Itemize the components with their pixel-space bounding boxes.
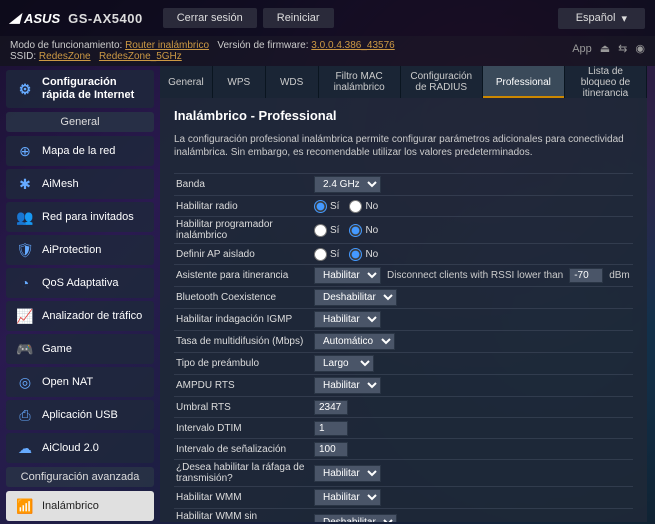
ssid-label: SSID: <box>10 51 36 62</box>
label-preamble: Tipo de preámbulo <box>174 358 314 369</box>
sidebar-item-quick-setup[interactable]: ⚙ Configuración rápida de Internet <box>6 70 154 108</box>
sidebar-item-traffic[interactable]: 📈Analizador de tráfico <box>6 301 154 331</box>
label-isolated: Definir AP aislado <box>174 249 314 260</box>
isolated-yes[interactable] <box>314 248 327 261</box>
sidebar-item-wireless[interactable]: 📶Inalámbrico <box>6 491 154 521</box>
wizard-icon: ⚙ <box>14 80 36 98</box>
select-band[interactable]: 2.4 GHz <box>314 176 381 193</box>
game-icon: 🎮 <box>14 340 36 358</box>
label-wmm: Habilitar WMM <box>174 492 314 503</box>
cloud-icon: ☁ <box>14 439 36 457</box>
select-preamble[interactable]: Largo <box>314 355 374 372</box>
wifi-icon: 📶 <box>14 497 36 515</box>
label-wmm-noack: Habilitar WMM sin confirmación <box>174 511 314 522</box>
select-bt[interactable]: Deshabilitar <box>314 289 397 306</box>
scheduler-no[interactable] <box>349 224 362 237</box>
fw-label: Versión de firmware: <box>217 40 308 51</box>
mode-label: Modo de funcionamiento: <box>10 40 122 51</box>
dbm-label: dBm <box>609 270 630 281</box>
input-beacon[interactable] <box>314 442 348 457</box>
label-scheduler: Habilitar programador inalámbrico <box>174 219 314 241</box>
chart-icon: 📈 <box>14 307 36 325</box>
gauge-icon: ◔ <box>14 274 36 292</box>
sidebar-item-aimesh[interactable]: ✱AiMesh <box>6 169 154 199</box>
usb-icon[interactable]: ⏏ <box>600 42 610 55</box>
ssid1-link[interactable]: RedesZone <box>39 51 91 62</box>
sidebar-item-usb[interactable]: ⎙Aplicación USB <box>6 400 154 430</box>
sidebar-item-game[interactable]: 🎮Game <box>6 334 154 364</box>
panel-desc: La configuración profesional inalámbrica… <box>174 133 633 159</box>
input-rts[interactable] <box>314 400 348 415</box>
usb-app-icon: ⎙ <box>14 406 36 424</box>
sidebar-item-qos[interactable]: ◔QoS Adaptativa <box>6 268 154 298</box>
roaming-text: Disconnect clients with RSSI lower than <box>387 270 563 281</box>
tab-general[interactable]: General <box>160 66 213 98</box>
select-burst[interactable]: Habilitar <box>314 465 381 482</box>
nat-icon: ◎ <box>14 373 36 391</box>
input-dtim[interactable] <box>314 421 348 436</box>
sidebar-item-aicloud[interactable]: ☁AiCloud 2.0 <box>6 433 154 463</box>
sidebar-item-aiprotection[interactable]: 🛡AiProtection <box>6 235 154 265</box>
label-band: Banda <box>174 179 314 190</box>
sidebar-item-network-map[interactable]: ⊕Mapa de la red <box>6 136 154 166</box>
select-wmm[interactable]: Habilitar <box>314 489 381 506</box>
label-ampdu-rts: AMPDU RTS <box>174 380 314 391</box>
select-mcast[interactable]: Automático <box>314 333 395 350</box>
sidebar-item-guest[interactable]: 👥Red para invitados <box>6 202 154 232</box>
isolated-no[interactable] <box>349 248 362 261</box>
select-ampdu-rts[interactable]: Habilitar <box>314 377 381 394</box>
tab-roaming-block[interactable]: Lista de bloqueo de itinerancia <box>565 66 647 98</box>
sidebar: ⚙ Configuración rápida de Internet Gener… <box>0 66 160 522</box>
tab-wds[interactable]: WDS <box>266 66 319 98</box>
app-badge[interactable]: App <box>572 43 592 55</box>
model-name: GS-AX5400 <box>68 11 143 26</box>
reboot-button[interactable]: Reiniciar <box>263 8 334 28</box>
label-dtim: Intervalo DTIM <box>174 423 314 434</box>
label-mcast: Tasa de multidifusión (Mbps) <box>174 336 314 347</box>
shield-icon: 🛡 <box>14 241 36 259</box>
wifi-icon[interactable]: ⇆ <box>618 42 627 55</box>
logout-button[interactable]: Cerrar sesión <box>163 8 257 28</box>
label-rts: Umbral RTS <box>174 402 314 413</box>
tab-mac-filter[interactable]: Filtro MAC inalámbrico <box>319 66 401 98</box>
tab-professional[interactable]: Professional <box>483 66 565 98</box>
label-bt: Bluetooth Coexistence <box>174 292 314 303</box>
status-icon[interactable]: ◉ <box>635 42 645 55</box>
label-roaming: Asistente para itinerancia <box>174 270 314 281</box>
input-rssi[interactable] <box>569 268 603 283</box>
select-igmp[interactable]: Habilitar <box>314 311 381 328</box>
guest-icon: 👥 <box>14 208 36 226</box>
sidebar-item-opennat[interactable]: ◎Open NAT <box>6 367 154 397</box>
label-beacon: Intervalo de señalización <box>174 444 314 455</box>
mesh-icon: ✱ <box>14 175 36 193</box>
ssid2-link[interactable]: RedesZone_5GHz <box>99 51 182 62</box>
tab-radius[interactable]: Configuración de RADIUS <box>401 66 483 98</box>
tab-bar: General WPS WDS Filtro MAC inalámbrico C… <box>160 66 647 98</box>
fw-link[interactable]: 3.0.0.4.386_43576 <box>311 40 394 51</box>
brand-logo: ◢ASUS <box>10 10 60 26</box>
select-wmm-noack[interactable]: Deshabilitar <box>314 514 397 523</box>
tab-wps[interactable]: WPS <box>213 66 266 98</box>
scheduler-yes[interactable] <box>314 224 327 237</box>
language-select[interactable]: Español▾ <box>558 8 645 29</box>
select-roaming[interactable]: Habilitar <box>314 267 381 284</box>
panel-title: Inalámbrico - Professional <box>174 108 633 123</box>
label-radio: Habilitar radio <box>174 201 314 212</box>
radio-enable-no[interactable] <box>349 200 362 213</box>
sidebar-header-advanced: Configuración avanzada <box>6 467 154 487</box>
mode-link[interactable]: Router inalámbrico <box>125 40 209 51</box>
label-burst: ¿Desea habilitar la ráfaga de transmisió… <box>174 462 314 484</box>
sidebar-header-general: General <box>6 112 154 132</box>
radio-enable-yes[interactable] <box>314 200 327 213</box>
map-icon: ⊕ <box>14 142 36 160</box>
label-igmp: Habilitar indagación IGMP <box>174 314 314 325</box>
